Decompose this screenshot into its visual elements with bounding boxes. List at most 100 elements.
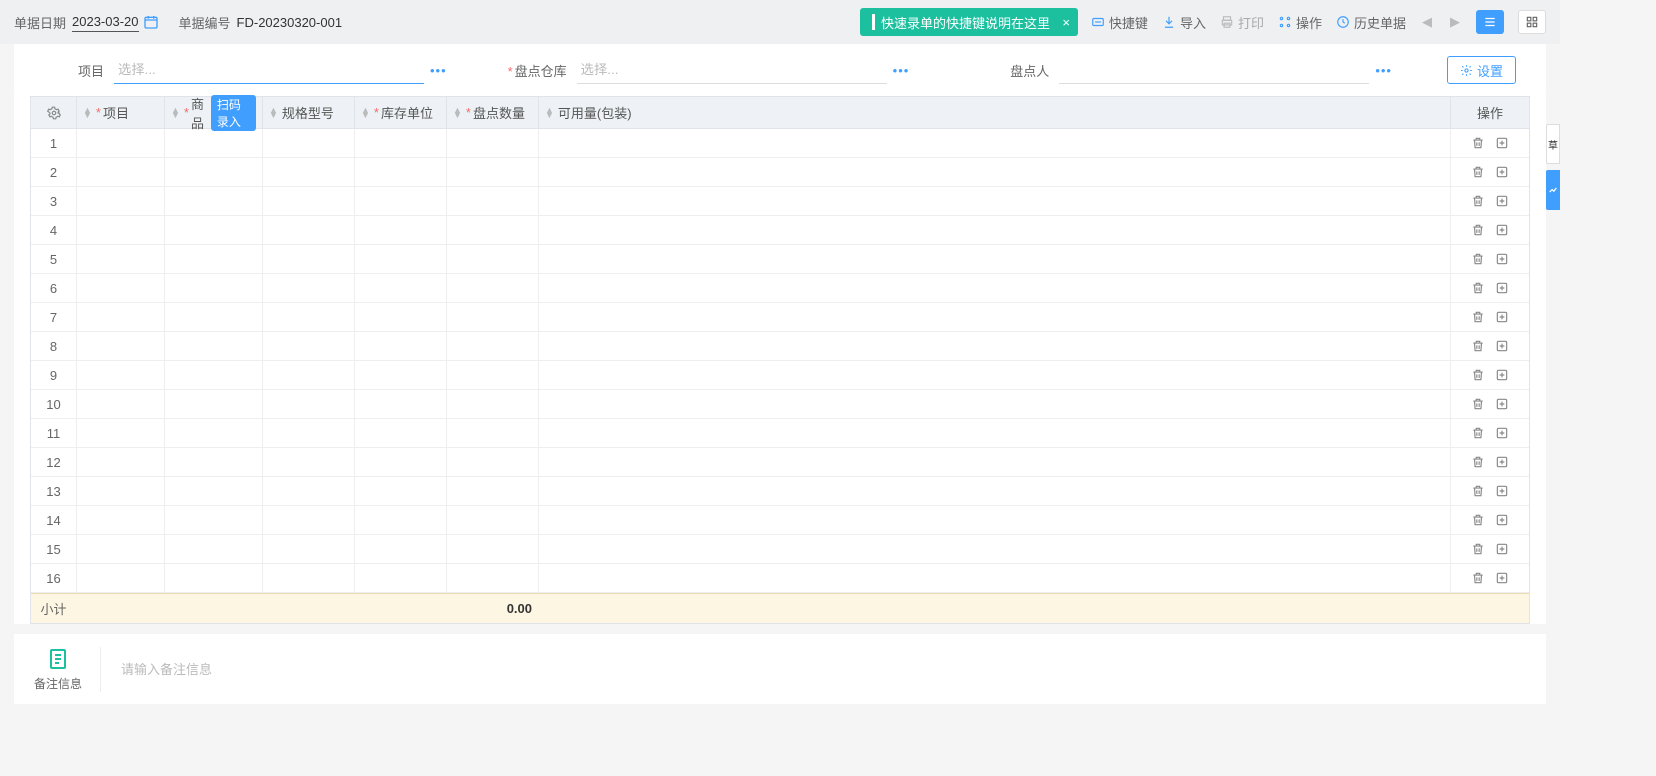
- more-icon[interactable]: •••: [1375, 63, 1392, 78]
- table-row[interactable]: 9: [31, 361, 1529, 390]
- remark-input[interactable]: [119, 661, 1526, 678]
- top-actions: 快捷键 导入 打印 操作 历史单据 ◀ ▶: [1047, 10, 1546, 34]
- table-row[interactable]: 8: [31, 332, 1529, 361]
- gear-column[interactable]: [31, 97, 77, 128]
- add-icon[interactable]: [1495, 136, 1509, 150]
- top-bar: 单据日期 2023-03-20 单据编号 FD-20230320-001 快速录…: [0, 0, 1560, 44]
- add-icon[interactable]: [1495, 426, 1509, 440]
- print-button[interactable]: 打印: [1220, 13, 1264, 32]
- prev-icon[interactable]: ◀: [1420, 14, 1434, 30]
- col-product[interactable]: ▲▼*商品扫码录入: [165, 97, 263, 128]
- code-value: FD-20230320-001: [237, 15, 343, 30]
- date-value[interactable]: 2023-03-20: [72, 12, 139, 32]
- project-field: 项目 •••: [44, 56, 447, 84]
- delete-icon[interactable]: [1471, 281, 1485, 295]
- table-row[interactable]: 16: [31, 564, 1529, 593]
- table-row[interactable]: 4: [31, 216, 1529, 245]
- add-icon[interactable]: [1495, 455, 1509, 469]
- grid-body: 12345678910111213141516: [31, 129, 1529, 593]
- delete-icon[interactable]: [1471, 426, 1485, 440]
- shortcut-button[interactable]: 快捷键: [1091, 13, 1148, 32]
- add-icon[interactable]: [1495, 339, 1509, 353]
- add-icon[interactable]: [1495, 194, 1509, 208]
- delete-icon[interactable]: [1471, 194, 1485, 208]
- add-icon[interactable]: [1495, 223, 1509, 237]
- right-sidebar: 草: [1546, 124, 1560, 216]
- person-field: 盘点人 •••: [989, 56, 1392, 84]
- table-row[interactable]: 6: [31, 274, 1529, 303]
- close-icon[interactable]: ×: [1062, 15, 1070, 30]
- import-button[interactable]: 导入: [1162, 13, 1206, 32]
- add-icon[interactable]: [1495, 165, 1509, 179]
- delete-icon[interactable]: [1471, 513, 1485, 527]
- toast-text: 快速录单的快捷键说明在这里: [881, 13, 1050, 32]
- view-grid-button[interactable]: [1518, 10, 1546, 34]
- add-icon[interactable]: [1495, 281, 1509, 295]
- add-icon[interactable]: [1495, 571, 1509, 585]
- delete-icon[interactable]: [1471, 484, 1485, 498]
- remark-icon: 备注信息: [34, 647, 101, 692]
- settings-button[interactable]: 设置: [1447, 56, 1516, 84]
- person-input[interactable]: [1059, 56, 1369, 84]
- code-label: 单据编号: [179, 13, 231, 32]
- more-icon[interactable]: •••: [893, 63, 910, 78]
- table-row[interactable]: 10: [31, 390, 1529, 419]
- col-qty[interactable]: ▲▼*盘点数量: [447, 97, 539, 128]
- table-row[interactable]: 7: [31, 303, 1529, 332]
- grid-panel: ▲▼*项目 ▲▼*商品扫码录入 ▲▼规格型号 ▲▼*库存单位 ▲▼*盘点数量 ▲…: [14, 96, 1546, 624]
- col-available[interactable]: ▲▼可用量(包装): [539, 97, 1451, 128]
- delete-icon[interactable]: [1471, 397, 1485, 411]
- project-label: 项目: [44, 61, 114, 80]
- operate-button[interactable]: 操作: [1278, 13, 1322, 32]
- warehouse-label: 盘点仓库: [515, 64, 567, 79]
- more-icon[interactable]: •••: [430, 63, 447, 78]
- side-tab-1[interactable]: 草: [1546, 124, 1560, 164]
- view-list-button[interactable]: [1476, 10, 1504, 34]
- add-icon[interactable]: [1495, 397, 1509, 411]
- grid-header: ▲▼*项目 ▲▼*商品扫码录入 ▲▼规格型号 ▲▼*库存单位 ▲▼*盘点数量 ▲…: [31, 97, 1529, 129]
- person-label: 盘点人: [989, 61, 1059, 80]
- delete-icon[interactable]: [1471, 310, 1485, 324]
- grid-subtotal: 小计 0.00: [31, 593, 1529, 623]
- calendar-icon[interactable]: [143, 14, 159, 30]
- table-row[interactable]: 13: [31, 477, 1529, 506]
- next-icon[interactable]: ▶: [1448, 14, 1462, 30]
- add-icon[interactable]: [1495, 252, 1509, 266]
- delete-icon[interactable]: [1471, 368, 1485, 382]
- shortcut-hint-toast: 快速录单的快捷键说明在这里 ×: [860, 8, 1078, 36]
- remark-panel: 备注信息: [14, 634, 1546, 704]
- add-icon[interactable]: [1495, 513, 1509, 527]
- delete-icon[interactable]: [1471, 339, 1485, 353]
- table-row[interactable]: 2: [31, 158, 1529, 187]
- scan-badge[interactable]: 扫码录入: [211, 95, 256, 131]
- subtotal-qty: 0.00: [447, 594, 539, 623]
- table-row[interactable]: 11: [31, 419, 1529, 448]
- table-row[interactable]: 3: [31, 187, 1529, 216]
- col-spec[interactable]: ▲▼规格型号: [263, 97, 355, 128]
- project-input[interactable]: [114, 56, 424, 84]
- add-icon[interactable]: [1495, 542, 1509, 556]
- add-icon[interactable]: [1495, 310, 1509, 324]
- col-unit[interactable]: ▲▼*库存单位: [355, 97, 447, 128]
- delete-icon[interactable]: [1471, 223, 1485, 237]
- table-row[interactable]: 14: [31, 506, 1529, 535]
- table-row[interactable]: 5: [31, 245, 1529, 274]
- date-label: 单据日期: [14, 13, 66, 32]
- warehouse-input[interactable]: [577, 56, 887, 84]
- table-row[interactable]: 1: [31, 129, 1529, 158]
- table-row[interactable]: 12: [31, 448, 1529, 477]
- col-action: 操作: [1451, 97, 1529, 128]
- history-button[interactable]: 历史单据: [1336, 13, 1406, 32]
- table-row[interactable]: 15: [31, 535, 1529, 564]
- delete-icon[interactable]: [1471, 571, 1485, 585]
- delete-icon[interactable]: [1471, 165, 1485, 179]
- delete-icon[interactable]: [1471, 252, 1485, 266]
- add-icon[interactable]: [1495, 368, 1509, 382]
- side-tab-2[interactable]: [1546, 170, 1560, 210]
- delete-icon[interactable]: [1471, 136, 1485, 150]
- col-project[interactable]: ▲▼*项目: [77, 97, 165, 128]
- delete-icon[interactable]: [1471, 455, 1485, 469]
- add-icon[interactable]: [1495, 484, 1509, 498]
- subtotal-label: 小计: [31, 594, 77, 623]
- delete-icon[interactable]: [1471, 542, 1485, 556]
